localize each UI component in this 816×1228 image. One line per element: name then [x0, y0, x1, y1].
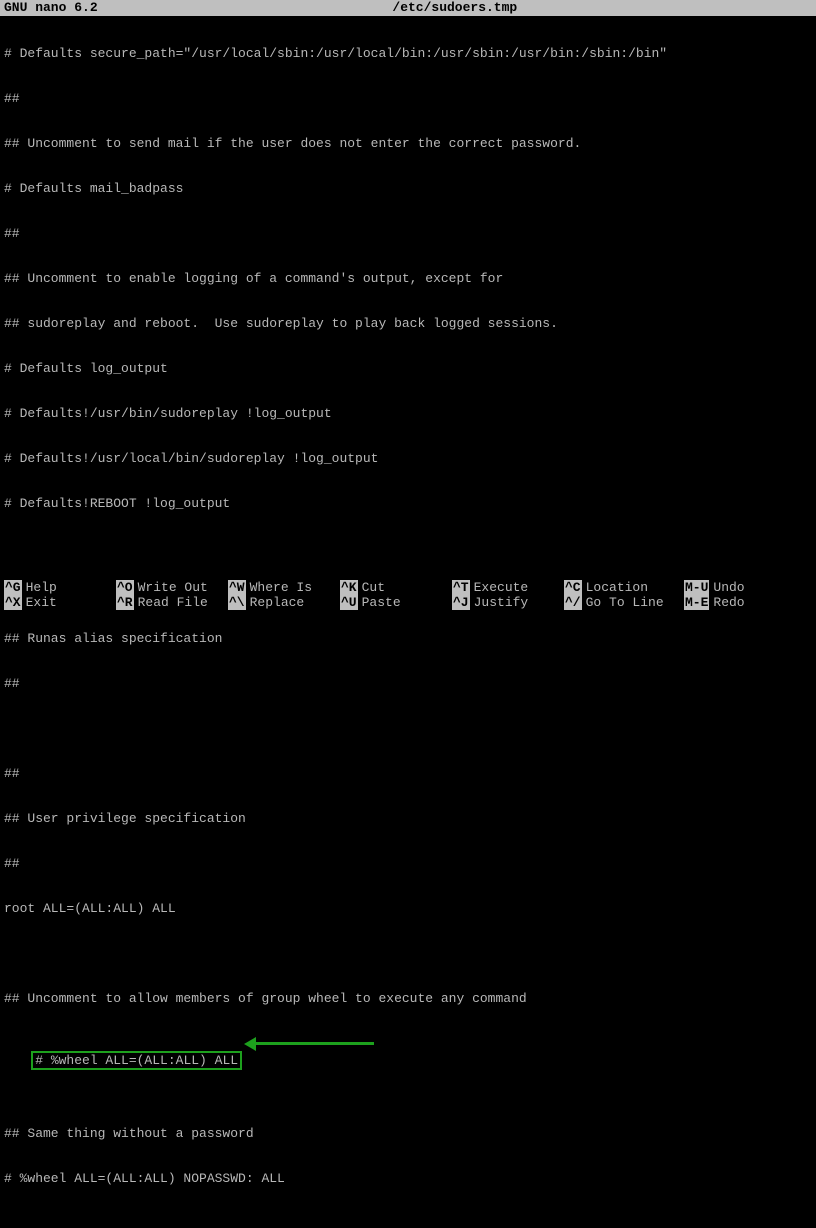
shortcut-whereis[interactable]: ^WWhere Is [228, 580, 340, 595]
menu-row-2: ^XExit ^RRead File ^\Replace ^UPaste ^JJ… [4, 595, 812, 610]
highlighted-row: # %wheel ALL=(ALL:ALL) ALL [4, 1036, 812, 1051]
file-line: ## [4, 676, 812, 691]
file-line: ## User privilege specification [4, 811, 812, 826]
file-line: # Defaults log_output [4, 361, 812, 376]
shortcut-writeout[interactable]: ^OWrite Out [116, 580, 228, 595]
file-line: ## [4, 226, 812, 241]
shortcut-redo[interactable]: M-ERedo [684, 595, 764, 610]
file-line [4, 541, 812, 556]
file-line: ## Uncomment to send mail if the user do… [4, 136, 812, 151]
highlighted-line: # %wheel ALL=(ALL:ALL) ALL [31, 1051, 242, 1070]
file-line [4, 1216, 812, 1228]
file-line: ## Runas alias specification [4, 631, 812, 646]
file-line: # Defaults!/usr/local/bin/sudoreplay !lo… [4, 451, 812, 466]
shortcut-undo[interactable]: M-UUndo [684, 580, 764, 595]
file-line: # Defaults secure_path="/usr/local/sbin:… [4, 46, 812, 61]
file-line [4, 946, 812, 961]
menu-row-1: ^GHelp ^OWrite Out ^WWhere Is ^KCut ^TEx… [4, 580, 812, 595]
file-line: ## [4, 766, 812, 781]
file-line: ## sudoreplay and reboot. Use sudoreplay… [4, 316, 812, 331]
shortcut-menu: ^GHelp ^OWrite Out ^WWhere Is ^KCut ^TEx… [4, 580, 812, 610]
shortcut-replace[interactable]: ^\Replace [228, 595, 340, 610]
filename: /etc/sudoers.tmp [98, 0, 812, 16]
file-line: ## Same thing without a password [4, 1126, 812, 1141]
shortcut-paste[interactable]: ^UPaste [340, 595, 452, 610]
editor-content[interactable]: # Defaults secure_path="/usr/local/sbin:… [0, 16, 816, 1228]
shortcut-execute[interactable]: ^TExecute [452, 580, 564, 595]
shortcut-gotoline[interactable]: ^/Go To Line [564, 595, 684, 610]
shortcut-exit[interactable]: ^XExit [4, 595, 116, 610]
file-line [4, 1081, 812, 1096]
shortcut-location[interactable]: ^CLocation [564, 580, 684, 595]
shortcut-readfile[interactable]: ^RRead File [116, 595, 228, 610]
file-line: ## [4, 856, 812, 871]
shortcut-cut[interactable]: ^KCut [340, 580, 452, 595]
shortcut-help[interactable]: ^GHelp [4, 580, 116, 595]
file-line: # Defaults!/usr/bin/sudoreplay !log_outp… [4, 406, 812, 421]
app-name: GNU nano 6.2 [4, 0, 98, 16]
shortcut-justify[interactable]: ^JJustify [452, 595, 564, 610]
titlebar: GNU nano 6.2 /etc/sudoers.tmp [0, 0, 816, 16]
file-line: # Defaults mail_badpass [4, 181, 812, 196]
file-line: ## Uncomment to enable logging of a comm… [4, 271, 812, 286]
file-line: root ALL=(ALL:ALL) ALL [4, 901, 812, 916]
file-line: ## [4, 91, 812, 106]
file-line: # %wheel ALL=(ALL:ALL) NOPASSWD: ALL [4, 1171, 812, 1186]
file-line: ## Uncomment to allow members of group w… [4, 991, 812, 1006]
file-line: # Defaults!REBOOT !log_output [4, 496, 812, 511]
file-line [4, 721, 812, 736]
arrow-icon [244, 1039, 374, 1047]
